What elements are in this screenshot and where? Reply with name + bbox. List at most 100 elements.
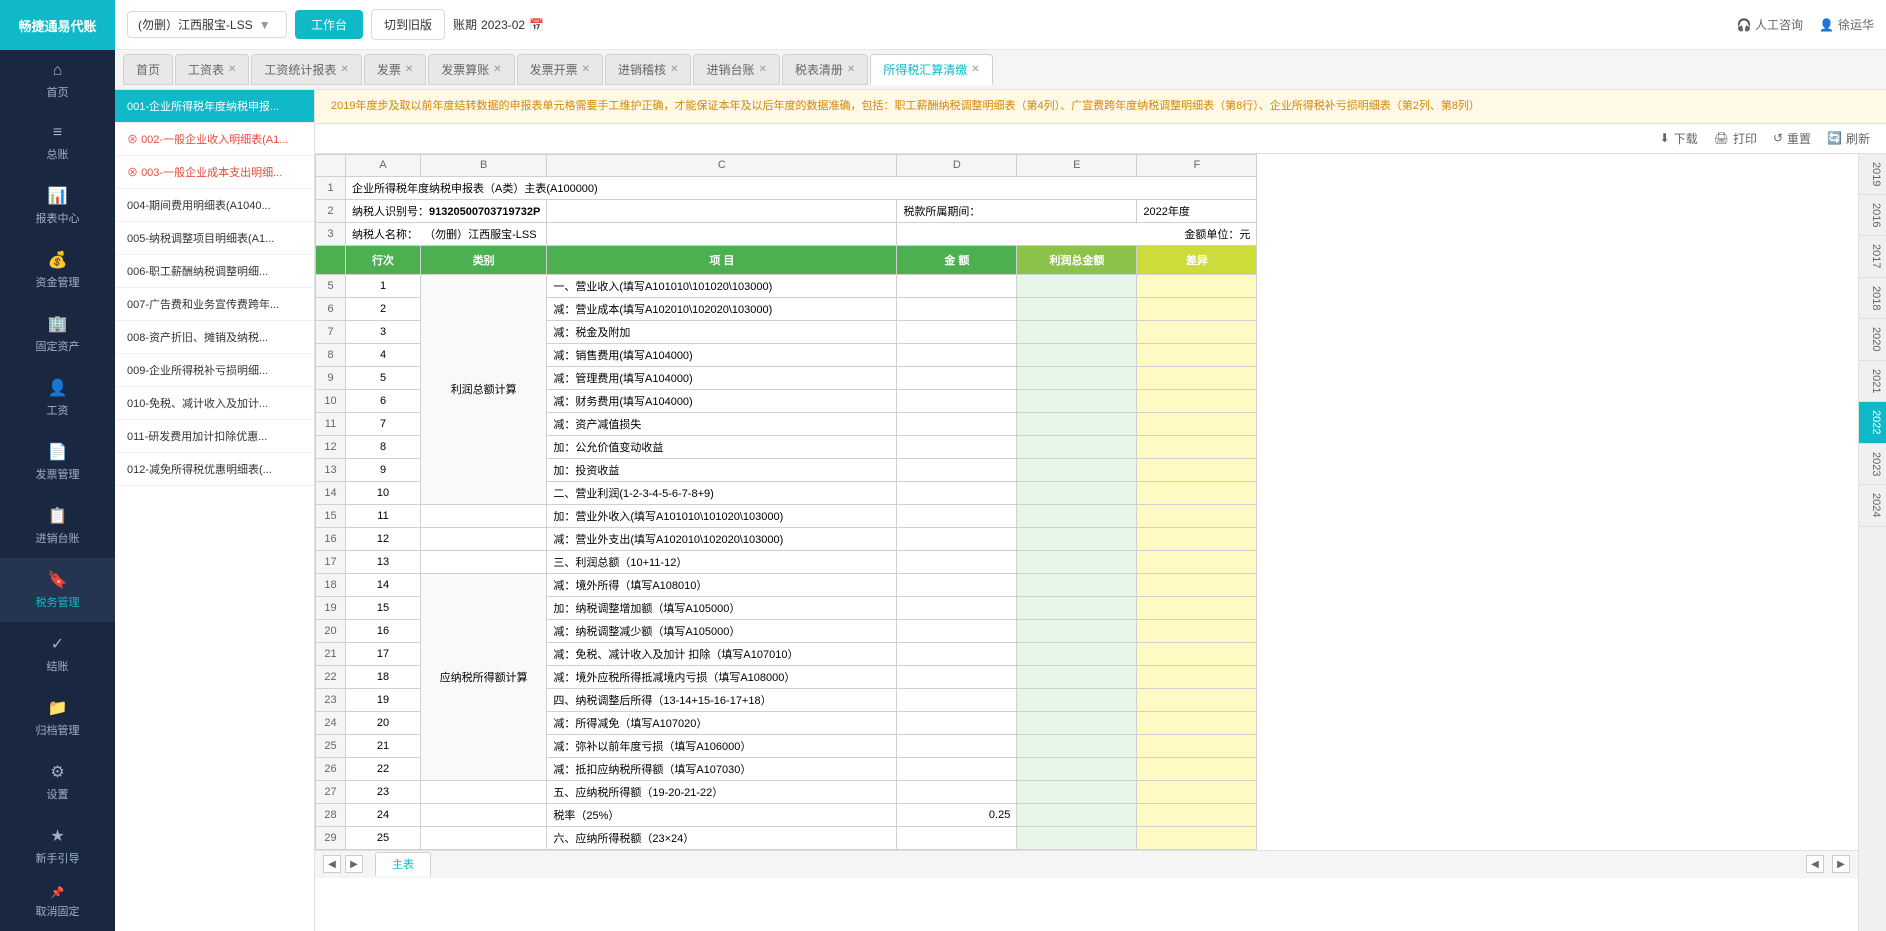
amount-cell-8[interactable] (897, 435, 1017, 458)
amount-cell-15[interactable] (897, 596, 1017, 619)
switch-version-button[interactable]: 切到旧版 (371, 9, 445, 40)
spreadsheet-area[interactable]: A B C D E F 1 企业所得税年度纳税申报表（A类）主表(A100000… (315, 154, 1858, 931)
profit-cell-9[interactable] (1017, 458, 1137, 481)
diff-cell-8[interactable] (1137, 435, 1257, 458)
amount-cell-16[interactable] (897, 619, 1017, 642)
item-cell-17[interactable]: 减：免税、减计收入及加计 扣除（填写A107010） (547, 642, 897, 665)
item-cell-7[interactable]: 减：资产减值损失 (547, 412, 897, 435)
left-panel-item-003[interactable]: 003-一般企业成本支出明细... (115, 156, 314, 189)
tab-首页[interactable]: 首页 (123, 54, 173, 85)
amount-cell-23[interactable] (897, 780, 1017, 803)
left-panel-item-005[interactable]: 005-纳税调整项目明细表(A1... (115, 222, 314, 255)
left-panel-item-001[interactable]: 001-企业所得税年度纳税申报... (115, 90, 314, 123)
print-button[interactable]: 🖨 打印 (1714, 130, 1757, 147)
tab-发票[interactable]: 发票✕ (364, 54, 426, 85)
diff-cell-7[interactable] (1137, 412, 1257, 435)
calendar-icon[interactable]: 📅 (529, 18, 544, 32)
item-cell-25[interactable]: 六、应纳所得税额（23×24） (547, 826, 897, 849)
sidebar-item-report[interactable]: 📊报表中心 (0, 174, 115, 238)
sidebar-item-settings[interactable]: ⚙设置 (0, 750, 115, 814)
diff-cell-3[interactable] (1137, 320, 1257, 343)
tab-工资统计报表[interactable]: 工资统计报表✕ (251, 54, 361, 85)
amount-cell-25[interactable] (897, 826, 1017, 849)
sidebar-item-settle[interactable]: ✓结账 (0, 622, 115, 686)
amount-cell-12[interactable] (897, 527, 1017, 550)
tab-发票算账[interactable]: 发票算账✕ (428, 54, 514, 85)
diff-cell-19[interactable] (1137, 688, 1257, 711)
amount-cell-4[interactable] (897, 343, 1017, 366)
item-cell-5[interactable]: 减：管理费用(填写A104000) (547, 366, 897, 389)
sidebar-item-archive[interactable]: 📁归档管理 (0, 686, 115, 750)
item-cell-20[interactable]: 减：所得减免（填写A107020） (547, 711, 897, 734)
sheet-tab-main[interactable]: 主表 (375, 852, 431, 876)
tab-close-icon[interactable]: ✕ (228, 64, 236, 75)
item-cell-14[interactable]: 减：境外所得（填写A108010） (547, 573, 897, 596)
nav-arrow-left[interactable]: ◀ (323, 855, 341, 873)
item-cell-6[interactable]: 减：财务费用(填写A104000) (547, 389, 897, 412)
diff-cell-11[interactable] (1137, 504, 1257, 527)
diff-cell-15[interactable] (1137, 596, 1257, 619)
left-panel-item-008[interactable]: 008-资产折旧、摊销及纳税... (115, 321, 314, 354)
diff-cell-6[interactable] (1137, 389, 1257, 412)
diff-cell-9[interactable] (1137, 458, 1257, 481)
left-panel-item-009[interactable]: 009-企业所得税补亏损明细... (115, 354, 314, 387)
profit-cell-16[interactable] (1017, 619, 1137, 642)
diff-cell-20[interactable] (1137, 711, 1257, 734)
sidebar-item-home[interactable]: ⌂首页 (0, 50, 115, 112)
left-panel-item-007[interactable]: 007-广告费和业务宣传费跨年... (115, 288, 314, 321)
diff-cell-18[interactable] (1137, 665, 1257, 688)
diff-cell-12[interactable] (1137, 527, 1257, 550)
item-cell-19[interactable]: 四、纳税调整后所得（13-14+15-16-17+18） (547, 688, 897, 711)
amount-cell-2[interactable] (897, 297, 1017, 320)
sidebar-item-guide[interactable]: ★新手引导 (0, 814, 115, 874)
left-panel-item-011[interactable]: 011-研发费用加计扣除优惠... (115, 420, 314, 453)
item-cell-23[interactable]: 五、应纳税所得额（19-20-21-22） (547, 780, 897, 803)
left-panel-item-012[interactable]: 012-减免所得税优惠明细表(... (115, 453, 314, 486)
diff-cell-21[interactable] (1137, 734, 1257, 757)
left-panel-item-010[interactable]: 010-免税、减计收入及加计... (115, 387, 314, 420)
item-cell-21[interactable]: 减：弥补以前年度亏损（填写A106000） (547, 734, 897, 757)
item-cell-3[interactable]: 减：税金及附加 (547, 320, 897, 343)
item-cell-15[interactable]: 加：纳税调整增加额（填写A105000） (547, 596, 897, 619)
diff-cell-25[interactable] (1137, 826, 1257, 849)
diff-cell-10[interactable] (1137, 481, 1257, 504)
diff-cell-1[interactable] (1137, 274, 1257, 297)
year-item-2018[interactable]: 2018 (1859, 278, 1886, 319)
sidebar-item-wage[interactable]: 👤工资 (0, 366, 115, 430)
profit-cell-24[interactable] (1017, 803, 1137, 826)
year-item-2021[interactable]: 2021 (1859, 361, 1886, 402)
profit-cell-7[interactable] (1017, 412, 1137, 435)
year-item-2022[interactable]: 2022 (1859, 402, 1886, 443)
tab-进销台账[interactable]: 进销台账✕ (693, 54, 779, 85)
amount-cell-21[interactable] (897, 734, 1017, 757)
amount-cell-22[interactable] (897, 757, 1017, 780)
amount-cell-6[interactable] (897, 389, 1017, 412)
year-item-2023[interactable]: 2023 (1859, 444, 1886, 485)
profit-cell-13[interactable] (1017, 550, 1137, 573)
item-cell-2[interactable]: 减：营业成本(填写A102010\102020\103000) (547, 297, 897, 320)
profit-cell-2[interactable] (1017, 297, 1137, 320)
tab-close-icon[interactable]: ✕ (340, 64, 348, 75)
diff-cell-4[interactable] (1137, 343, 1257, 366)
diff-cell-22[interactable] (1137, 757, 1257, 780)
item-cell-24[interactable]: 税率（25%） (547, 803, 897, 826)
amount-cell-14[interactable] (897, 573, 1017, 596)
profit-cell-19[interactable] (1017, 688, 1137, 711)
amount-cell-11[interactable] (897, 504, 1017, 527)
item-cell-13[interactable]: 三、利润总额（10+11-12） (547, 550, 897, 573)
sidebar-item-sales[interactable]: 📋进销台账 (0, 494, 115, 558)
profit-cell-25[interactable] (1017, 826, 1137, 849)
profit-cell-20[interactable] (1017, 711, 1137, 734)
left-panel-item-002[interactable]: 002-一般企业收入明细表(A1... (115, 123, 314, 156)
amount-cell-20[interactable] (897, 711, 1017, 734)
year-item-2024[interactable]: 2024 (1859, 485, 1886, 526)
profit-cell-14[interactable] (1017, 573, 1137, 596)
amount-cell-19[interactable] (897, 688, 1017, 711)
tab-close-icon[interactable]: ✕ (670, 64, 678, 75)
profit-cell-18[interactable] (1017, 665, 1137, 688)
diff-cell-5[interactable] (1137, 366, 1257, 389)
profit-cell-12[interactable] (1017, 527, 1137, 550)
item-cell-22[interactable]: 减：抵扣应纳税所得额（填写A107030） (547, 757, 897, 780)
diff-cell-2[interactable] (1137, 297, 1257, 320)
item-cell-10[interactable]: 二、营业利润(1-2-3-4-5-6-7-8+9) (547, 481, 897, 504)
